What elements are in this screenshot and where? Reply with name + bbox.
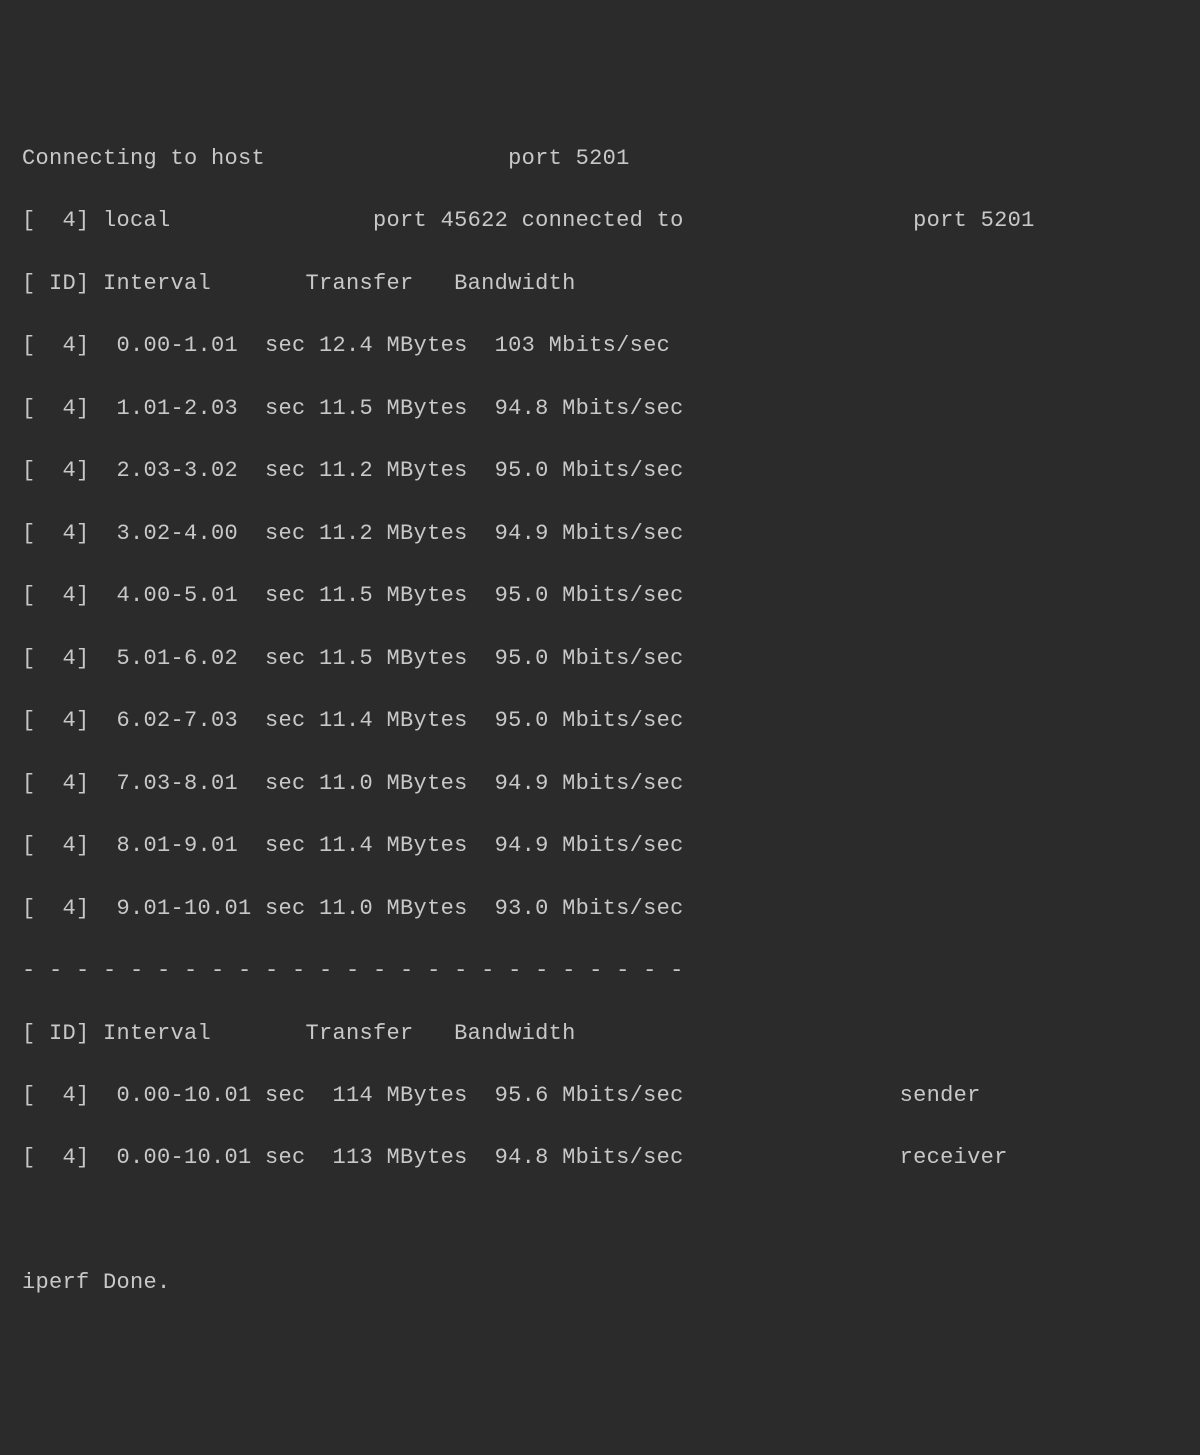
interval-row: [ 4] 1.01-2.03 sec 11.5 MBytes 94.8 Mbit… [22, 393, 1178, 424]
interval-row: [ 4] 4.00-5.01 sec 11.5 MBytes 95.0 Mbit… [22, 580, 1178, 611]
column-header: [ ID] Interval Transfer Bandwidth [22, 268, 1178, 299]
summary-sender-row: [ 4] 0.00-10.01 sec 114 MBytes 95.6 Mbit… [22, 1080, 1178, 1111]
blank-line [22, 1205, 1178, 1236]
interval-row: [ 4] 7.03-8.01 sec 11.0 MBytes 94.9 Mbit… [22, 768, 1178, 799]
separator-line: - - - - - - - - - - - - - - - - - - - - … [22, 955, 1178, 986]
interval-row: [ 4] 5.01-6.02 sec 11.5 MBytes 95.0 Mbit… [22, 643, 1178, 674]
summary-receiver-row: [ 4] 0.00-10.01 sec 113 MBytes 94.8 Mbit… [22, 1142, 1178, 1173]
interval-row: [ 4] 6.02-7.03 sec 11.4 MBytes 95.0 Mbit… [22, 705, 1178, 736]
done-line: iperf Done. [22, 1267, 1178, 1298]
connecting-line: Connecting to host port 5201 [22, 143, 1178, 174]
interval-row: [ 4] 0.00-1.01 sec 12.4 MBytes 103 Mbits… [22, 330, 1178, 361]
interval-row: [ 4] 8.01-9.01 sec 11.4 MBytes 94.9 Mbit… [22, 830, 1178, 861]
interval-row: [ 4] 2.03-3.02 sec 11.2 MBytes 95.0 Mbit… [22, 455, 1178, 486]
interval-row: [ 4] 3.02-4.00 sec 11.2 MBytes 94.9 Mbit… [22, 518, 1178, 549]
local-connection-line: [ 4] local port 45622 connected to port … [22, 205, 1178, 236]
summary-column-header: [ ID] Interval Transfer Bandwidth [22, 1018, 1178, 1049]
interval-row: [ 4] 9.01-10.01 sec 11.0 MBytes 93.0 Mbi… [22, 893, 1178, 924]
